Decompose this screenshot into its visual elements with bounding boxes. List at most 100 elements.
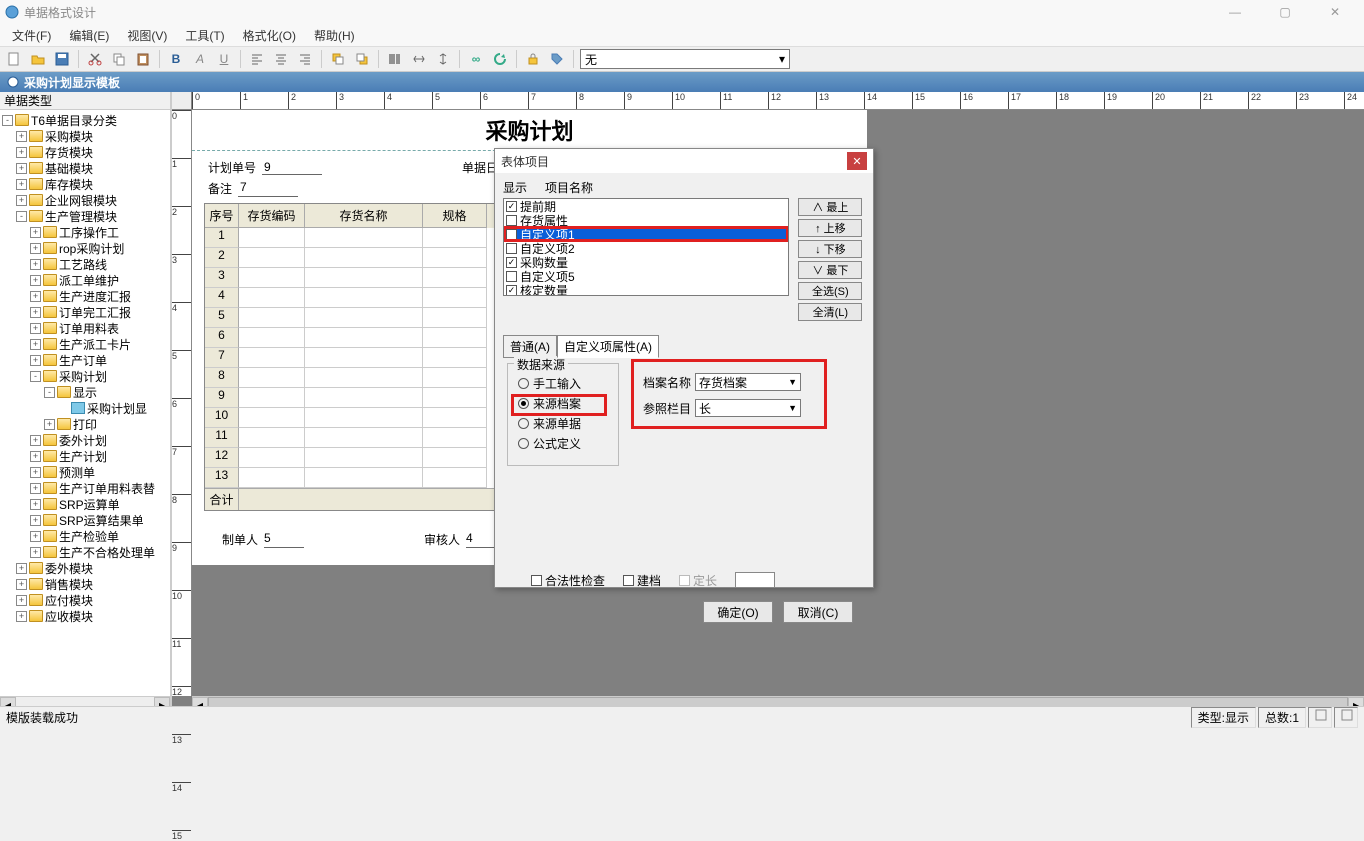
tree-toggle-icon[interactable]: + — [30, 355, 41, 366]
ok-button[interactable]: 确定(O) — [703, 601, 773, 623]
paste-icon[interactable] — [133, 49, 153, 69]
checkbox[interactable] — [506, 215, 517, 226]
tree-node[interactable]: +企业网银模块 — [2, 192, 168, 208]
tree-node[interactable]: +委外模块 — [2, 560, 168, 576]
plan-no-value[interactable]: 9 — [262, 160, 322, 175]
menu-view[interactable]: 视图(V) — [119, 25, 175, 46]
cell[interactable] — [305, 368, 423, 388]
checkbox[interactable]: ✓ — [506, 201, 517, 212]
checkbox[interactable] — [506, 243, 517, 254]
move-bottom-button[interactable]: ∨ 最下 — [798, 261, 862, 279]
cell[interactable] — [239, 468, 305, 488]
cell[interactable] — [239, 268, 305, 288]
tree-toggle-icon[interactable]: + — [30, 323, 41, 334]
tree-node[interactable]: -显示 — [2, 384, 168, 400]
cut-icon[interactable] — [85, 49, 105, 69]
cell[interactable] — [305, 268, 423, 288]
tree-node[interactable]: +生产派工卡片 — [2, 336, 168, 352]
width-same-icon[interactable] — [409, 49, 429, 69]
checkbox[interactable] — [506, 229, 517, 240]
tree-toggle-icon[interactable]: + — [30, 259, 41, 270]
cell[interactable] — [305, 428, 423, 448]
tree-node[interactable]: +SRP运算单 — [2, 496, 168, 512]
tree-toggle-icon[interactable]: + — [30, 483, 41, 494]
cell[interactable] — [423, 368, 487, 388]
tree-toggle-icon[interactable]: - — [2, 115, 13, 126]
tree-toggle-icon[interactable]: - — [44, 387, 55, 398]
tree-node[interactable]: +生产计划 — [2, 448, 168, 464]
tree-toggle-icon[interactable]: + — [16, 163, 27, 174]
tree-toggle-icon[interactable]: + — [44, 419, 55, 430]
tree-toggle-icon[interactable]: + — [30, 339, 41, 350]
align-center-icon[interactable] — [271, 49, 291, 69]
cell[interactable] — [423, 448, 487, 468]
save-icon[interactable] — [52, 49, 72, 69]
tree-toggle-icon[interactable]: + — [30, 531, 41, 542]
tree-node[interactable]: -生产管理模块 — [2, 208, 168, 224]
field-listbox[interactable]: ✓提前期存货属性自定义项1自定义项2✓采购数量自定义项5✓核定数量 — [503, 198, 789, 296]
cell[interactable] — [423, 328, 487, 348]
tree-node[interactable]: +订单完工汇报 — [2, 304, 168, 320]
tree-toggle-icon[interactable]: + — [16, 131, 27, 142]
move-down-button[interactable]: ↓ 下移 — [798, 240, 862, 258]
tree-node[interactable]: +应收模块 — [2, 608, 168, 624]
menu-format[interactable]: 格式化(O) — [235, 25, 304, 46]
col-code[interactable]: 存货编码 — [239, 204, 305, 228]
tab-custom-attr[interactable]: 自定义项属性(A) — [557, 335, 659, 358]
radio-bill[interactable]: 来源单据 — [518, 415, 608, 432]
toolbar-combo[interactable]: 无 ▾ — [580, 49, 790, 69]
radio-manual[interactable]: 手工输入 — [518, 375, 608, 392]
tree-node[interactable]: +工艺路线 — [2, 256, 168, 272]
tree-toggle-icon[interactable]: + — [30, 243, 41, 254]
cell[interactable] — [239, 328, 305, 348]
lock-icon[interactable] — [523, 49, 543, 69]
col-name[interactable]: 存货名称 — [305, 204, 423, 228]
cell[interactable] — [305, 248, 423, 268]
tree-node[interactable]: +派工单维护 — [2, 272, 168, 288]
move-top-button[interactable]: ∧ 最上 — [798, 198, 862, 216]
cell[interactable] — [305, 468, 423, 488]
tree-toggle-icon[interactable]: + — [30, 499, 41, 510]
list-item[interactable]: ✓核定数量 — [504, 283, 788, 296]
checkbox[interactable]: ✓ — [506, 257, 517, 268]
tree-node[interactable]: +存货模块 — [2, 144, 168, 160]
cell[interactable] — [305, 228, 423, 248]
tree-toggle-icon[interactable]: + — [30, 275, 41, 286]
cell[interactable] — [239, 348, 305, 368]
tree-toggle-icon[interactable]: + — [16, 195, 27, 206]
radio-source[interactable]: 来源档案 — [518, 395, 608, 412]
cell[interactable] — [305, 308, 423, 328]
link-icon[interactable]: ∞ — [466, 49, 486, 69]
menu-file[interactable]: 文件(F) — [4, 25, 59, 46]
tree-toggle-icon[interactable]: + — [16, 179, 27, 190]
bring-front-icon[interactable] — [328, 49, 348, 69]
tree-toggle-icon[interactable]: + — [16, 563, 27, 574]
dialog-close-button[interactable]: ✕ — [847, 152, 867, 170]
send-back-icon[interactable] — [352, 49, 372, 69]
cell[interactable] — [305, 408, 423, 428]
tree-node[interactable]: +打印 — [2, 416, 168, 432]
align-left-icon[interactable] — [247, 49, 267, 69]
minimize-button[interactable]: — — [1220, 5, 1250, 19]
checkbox[interactable] — [506, 271, 517, 282]
cell[interactable] — [305, 288, 423, 308]
tree-toggle-icon[interactable]: + — [30, 227, 41, 238]
tree-toggle-icon[interactable]: + — [30, 307, 41, 318]
tree-toggle-icon[interactable]: + — [30, 435, 41, 446]
cell[interactable] — [423, 248, 487, 268]
cell[interactable] — [239, 388, 305, 408]
fixlen-input[interactable] — [735, 572, 775, 588]
copy-icon[interactable] — [109, 49, 129, 69]
cell[interactable] — [239, 308, 305, 328]
tree-node[interactable]: +生产进度汇报 — [2, 288, 168, 304]
cell[interactable] — [423, 308, 487, 328]
height-same-icon[interactable] — [433, 49, 453, 69]
bold-icon[interactable]: B — [166, 49, 186, 69]
tree-node[interactable]: -采购计划 — [2, 368, 168, 384]
cell[interactable] — [423, 288, 487, 308]
tree-node[interactable]: +预测单 — [2, 464, 168, 480]
maximize-button[interactable]: ▢ — [1270, 5, 1300, 19]
cell[interactable] — [305, 348, 423, 368]
checkbox[interactable]: ✓ — [506, 285, 517, 296]
select-all-button[interactable]: 全选(S) — [798, 282, 862, 300]
